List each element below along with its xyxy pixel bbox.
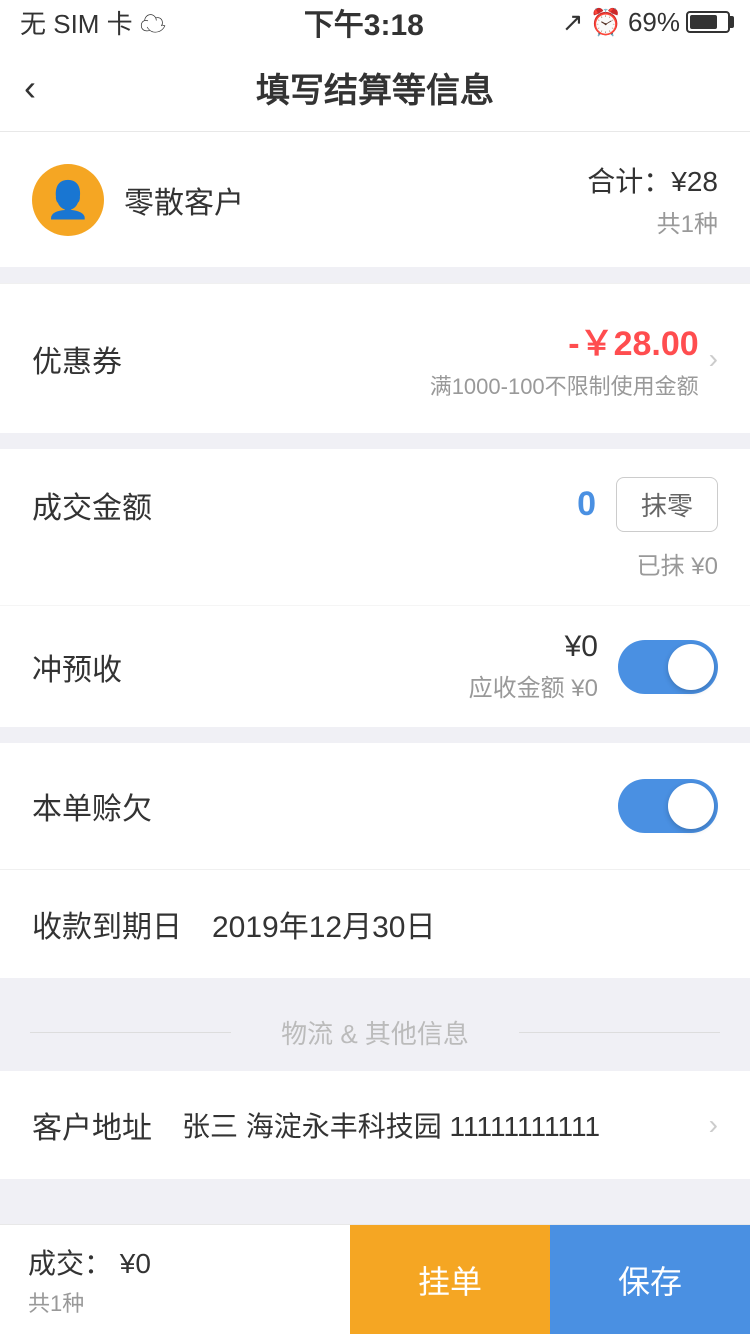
coupon-amount: -￥28.00 bbox=[430, 316, 699, 365]
amount-right: 0 抹零 bbox=[577, 477, 718, 532]
address-value: 张三 海淀永丰科技园 11111111111 bbox=[182, 1105, 709, 1145]
due-date-value: 2019年12月30日 bbox=[212, 902, 435, 946]
location-icon: ↗ bbox=[562, 7, 584, 38]
divider-left-line bbox=[30, 1032, 231, 1033]
bottom-count-label: 共1种 bbox=[28, 1286, 322, 1318]
amount-label: 成交金额 bbox=[32, 483, 152, 527]
chevron-right-icon: › bbox=[709, 343, 718, 375]
credit-toggle-knob bbox=[668, 783, 714, 829]
back-button[interactable]: ‹ bbox=[24, 67, 36, 109]
prepay-toggle[interactable] bbox=[618, 640, 718, 694]
coupon-desc: 满1000-100不限制使用金额 bbox=[430, 369, 699, 401]
logistics-text: 物流 & 其他信息 bbox=[281, 1014, 469, 1051]
credit-row: 本单赊欠 bbox=[0, 743, 750, 869]
prepay-right: ¥0 应收金额 ¥0 bbox=[469, 630, 718, 703]
credit-toggle[interactable] bbox=[618, 779, 718, 833]
prepay-sub-amount: 应收金额 ¥0 bbox=[469, 668, 598, 703]
address-row[interactable]: 客户地址 张三 海淀永丰科技园 11111111111 › bbox=[0, 1071, 750, 1179]
battery-icon bbox=[686, 11, 730, 33]
round-button[interactable]: 抹零 bbox=[616, 477, 718, 532]
credit-label: 本单赊欠 bbox=[32, 784, 152, 828]
address-label: 客户地址 bbox=[32, 1103, 152, 1147]
bottom-deal-label: 成交： ¥0 bbox=[28, 1242, 322, 1282]
save-button[interactable]: 保存 bbox=[550, 1225, 750, 1334]
person-icon: 👤 bbox=[46, 179, 91, 221]
status-bar: 无 SIM 卡 ☁ 下午3:18 ↗ ⏰ 69% bbox=[0, 0, 750, 44]
coupon-info: -￥28.00 满1000-100不限制使用金额 bbox=[430, 316, 699, 401]
due-date-label: 收款到期日 bbox=[32, 902, 182, 946]
customer-name: 零散客户 bbox=[124, 178, 244, 222]
customer-left: 👤 零散客户 bbox=[32, 164, 244, 236]
alarm-icon: ⏰ bbox=[590, 7, 622, 38]
customer-total: 合计：¥28 共1种 bbox=[587, 160, 718, 239]
amount-row: 成交金额 0 抹零 bbox=[0, 449, 750, 542]
due-row: 收款到期日 2019年12月30日 bbox=[0, 869, 750, 978]
content: 👤 零散客户 合计：¥28 共1种 优惠券 -￥28.00 满1000-100不… bbox=[0, 132, 750, 1315]
toggle-knob bbox=[668, 644, 714, 690]
page-title: 填写结算等信息 bbox=[256, 63, 494, 112]
prepay-row: 冲预收 ¥0 应收金额 ¥0 bbox=[0, 605, 750, 727]
battery-level: 69% bbox=[628, 7, 680, 38]
nav-bar: ‹ 填写结算等信息 bbox=[0, 44, 750, 132]
credit-section: 本单赊欠 收款到期日 2019年12月30日 bbox=[0, 743, 750, 978]
logistics-divider: 物流 & 其他信息 bbox=[0, 994, 750, 1071]
amount-value: 0 bbox=[577, 485, 596, 524]
coupon-right: -￥28.00 满1000-100不限制使用金额 › bbox=[430, 316, 718, 401]
avatar: 👤 bbox=[32, 164, 104, 236]
total-sub: 共1种 bbox=[587, 204, 718, 239]
address-chevron: › bbox=[709, 1109, 718, 1141]
prepay-amounts: ¥0 应收金额 ¥0 bbox=[469, 630, 598, 703]
bottom-info: 成交： ¥0 共1种 bbox=[0, 1225, 350, 1334]
amount-sub: 已抹 ¥0 bbox=[0, 542, 750, 605]
customer-row[interactable]: 👤 零散客户 合计：¥28 共1种 bbox=[0, 132, 750, 267]
sim-status: 无 SIM 卡 ☁ bbox=[20, 4, 166, 41]
coupon-label: 优惠券 bbox=[32, 337, 122, 381]
hold-button[interactable]: 挂单 bbox=[350, 1225, 550, 1334]
status-left: 无 SIM 卡 ☁ bbox=[20, 4, 166, 41]
prepay-label: 冲预收 bbox=[32, 645, 122, 689]
chevron-right-icon: › bbox=[709, 1109, 718, 1141]
customer-section: 👤 零散客户 合计：¥28 共1种 bbox=[0, 132, 750, 267]
bottom-bar: 成交： ¥0 共1种 挂单 保存 bbox=[0, 1224, 750, 1334]
total-label: 合计：¥28 bbox=[587, 160, 718, 200]
coupon-row[interactable]: 优惠券 -￥28.00 满1000-100不限制使用金额 › bbox=[0, 283, 750, 433]
address-section: 客户地址 张三 海淀永丰科技园 11111111111 › bbox=[0, 1071, 750, 1179]
divider-right-line bbox=[519, 1032, 720, 1033]
transaction-section: 成交金额 0 抹零 已抹 ¥0 冲预收 ¥0 应收金额 ¥0 bbox=[0, 449, 750, 727]
prepay-main-amount: ¥0 bbox=[469, 630, 598, 664]
status-right: ↗ ⏰ 69% bbox=[562, 7, 730, 38]
coupon-section: 优惠券 -￥28.00 满1000-100不限制使用金额 › bbox=[0, 283, 750, 433]
status-time: 下午3:18 bbox=[304, 0, 424, 44]
logistics-line: 物流 & 其他信息 bbox=[0, 1014, 750, 1051]
